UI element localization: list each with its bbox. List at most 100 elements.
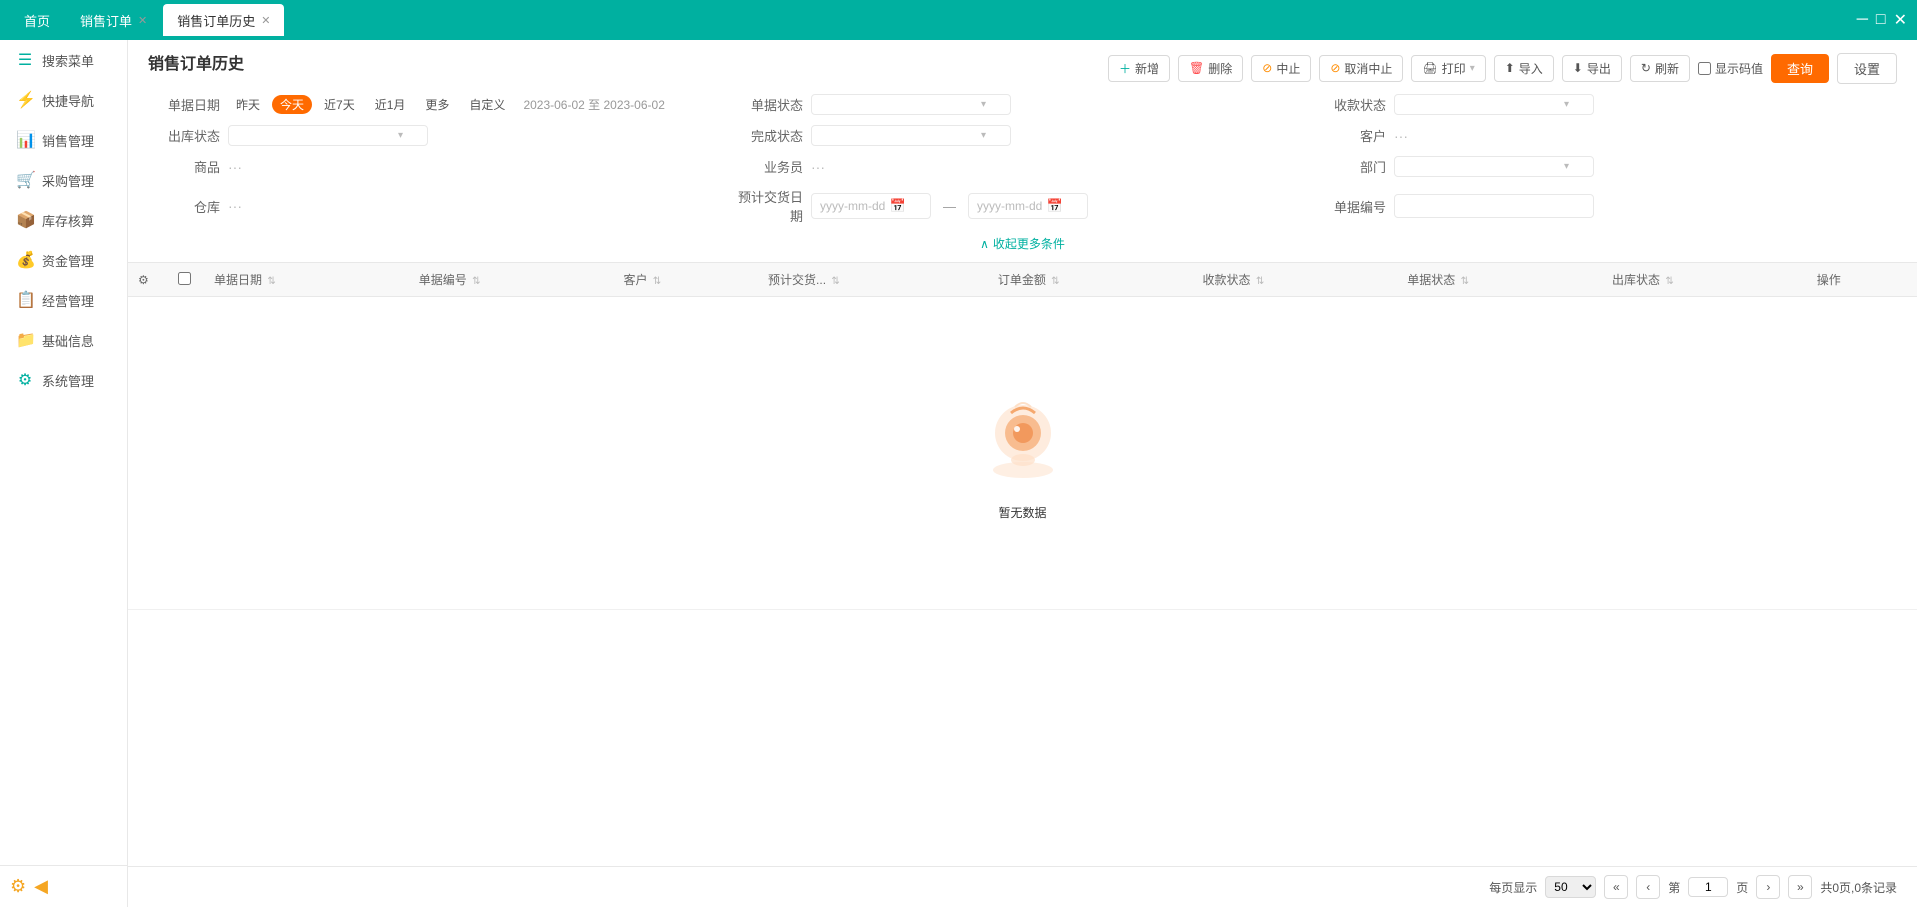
sort-expected-date-icon[interactable]: ⇅ bbox=[831, 276, 839, 287]
date-tag-yesterday[interactable]: 昨天 bbox=[228, 95, 268, 114]
prev-page-btn[interactable]: ‹ bbox=[1636, 875, 1660, 899]
sidebar-item-search-menu[interactable]: ☰ 搜索菜单 bbox=[0, 40, 127, 80]
settings-button[interactable]: 设置 bbox=[1837, 53, 1897, 84]
date-tag-more[interactable]: 更多 bbox=[417, 95, 457, 114]
sidebar-item-system-mgmt[interactable]: ⚙ 系统管理 bbox=[0, 360, 127, 400]
stop-button[interactable]: ⊘ 中止 bbox=[1251, 55, 1311, 82]
collapse-button[interactable]: ∧ 收起更多条件 bbox=[148, 235, 1897, 252]
print-label: 打印 bbox=[1442, 60, 1466, 77]
cancel-stop-button[interactable]: ⊘ 取消中止 bbox=[1319, 55, 1403, 82]
sidebar-item-inventory[interactable]: 📦 库存核算 bbox=[0, 200, 127, 240]
date-tag-1month[interactable]: 近1月 bbox=[367, 95, 414, 114]
bill-number-input[interactable] bbox=[1394, 194, 1594, 218]
bill-status-select[interactable]: ▾ bbox=[811, 94, 1011, 115]
add-icon: ＋ bbox=[1119, 60, 1131, 77]
filter-row-3: 商品 ··· 业务员 ··· 部门 ▾ bbox=[148, 156, 1897, 177]
outbound-status-select[interactable]: ▾ bbox=[228, 125, 428, 146]
date-tag-today[interactable]: 今天 bbox=[272, 95, 312, 114]
bill-status-arrow-icon: ▾ bbox=[981, 99, 986, 110]
complete-status-select[interactable]: ▾ bbox=[811, 125, 1011, 146]
import-icon: ⬆ bbox=[1505, 61, 1515, 75]
sort-outbound-status-icon[interactable]: ⇅ bbox=[1665, 276, 1673, 287]
expected-date-from[interactable]: yyyy-mm-dd 📅 bbox=[811, 193, 931, 219]
capital-mgmt-icon: 💰 bbox=[16, 250, 34, 270]
warehouse-label: 仓库 bbox=[148, 197, 228, 216]
sort-payment-status-icon[interactable]: ⇅ bbox=[1256, 276, 1264, 287]
select-all-checkbox[interactable] bbox=[178, 272, 191, 285]
close-btn[interactable]: ✕ bbox=[1894, 10, 1907, 30]
th-order-amount: 订单金额 ⇅ bbox=[988, 263, 1193, 297]
th-outbound-status: 出库状态 ⇅ bbox=[1602, 263, 1807, 297]
calendar-to-icon: 📅 bbox=[1047, 198, 1063, 214]
customer-dots[interactable]: ··· bbox=[1394, 128, 1408, 144]
page-label: 第 bbox=[1668, 879, 1680, 896]
maximize-btn[interactable]: □ bbox=[1876, 11, 1886, 29]
date-tag-7days[interactable]: 近7天 bbox=[316, 95, 363, 114]
sort-customer-icon[interactable]: ⇅ bbox=[653, 276, 661, 287]
sort-order-amount-icon[interactable]: ⇅ bbox=[1051, 276, 1059, 287]
minimize-btn[interactable]: ─ bbox=[1857, 11, 1868, 29]
department-select[interactable]: ▾ bbox=[1394, 156, 1594, 177]
export-button[interactable]: ⬇ 导出 bbox=[1562, 55, 1622, 82]
date-label: 单据日期 bbox=[148, 95, 228, 114]
sidebar-item-operations[interactable]: 📋 经营管理 bbox=[0, 280, 127, 320]
display-columns-input[interactable] bbox=[1698, 62, 1711, 75]
first-page-icon: « bbox=[1613, 880, 1620, 894]
next-page-btn[interactable]: › bbox=[1756, 875, 1780, 899]
filter-row-4: 仓库 ··· 预计交货日期 yyyy-mm-dd 📅 — yyyy-mm-dd bbox=[148, 187, 1897, 225]
tab-sales-order-history-label: 销售订单历史 bbox=[177, 11, 255, 30]
close-sales-order-tab-icon[interactable]: ✕ bbox=[138, 14, 147, 27]
sidebar-item-sales-mgmt[interactable]: 📊 销售管理 bbox=[0, 120, 127, 160]
date-tag-custom[interactable]: 自定义 bbox=[461, 95, 513, 114]
sidebar-item-quick-nav[interactable]: ⚡ 快捷导航 bbox=[0, 80, 127, 120]
add-button[interactable]: ＋ 新增 bbox=[1108, 55, 1170, 82]
close-history-tab-icon[interactable]: ✕ bbox=[261, 14, 270, 27]
first-page-btn[interactable]: « bbox=[1604, 875, 1628, 899]
sidebar-item-purchase-mgmt[interactable]: 🛒 采购管理 bbox=[0, 160, 127, 200]
sort-bill-number-icon[interactable]: ⇅ bbox=[472, 276, 480, 287]
th-expected-date: 预计交货... ⇅ bbox=[758, 263, 988, 297]
collapse-label: 收起更多条件 bbox=[993, 235, 1065, 252]
tab-sales-order[interactable]: 销售订单 ✕ bbox=[66, 4, 161, 36]
th-order-amount-label: 订单金额 bbox=[998, 273, 1046, 287]
sort-bill-status-icon[interactable]: ⇅ bbox=[1461, 276, 1469, 287]
sidebar-settings-icon[interactable]: ⚙ bbox=[10, 876, 26, 897]
purchase-mgmt-icon: 🛒 bbox=[16, 170, 34, 190]
sidebar-item-basic-info[interactable]: 📁 基础信息 bbox=[0, 320, 127, 360]
sidebar-item-sales-mgmt-label: 销售管理 bbox=[42, 131, 94, 150]
stop-label: 中止 bbox=[1276, 60, 1300, 77]
import-button[interactable]: ⬆ 导入 bbox=[1494, 55, 1554, 82]
warehouse-dots[interactable]: ··· bbox=[228, 198, 242, 214]
sidebar-item-operations-label: 经营管理 bbox=[42, 291, 94, 310]
payment-status-select[interactable]: ▾ bbox=[1394, 94, 1594, 115]
salesperson-dots[interactable]: ··· bbox=[811, 159, 825, 175]
display-columns-checkbox[interactable]: 显示码值 bbox=[1698, 60, 1763, 77]
sidebar-collapse-icon[interactable]: ◀ bbox=[34, 876, 48, 897]
last-page-btn[interactable]: » bbox=[1788, 875, 1812, 899]
sidebar-item-capital-mgmt[interactable]: 💰 资金管理 bbox=[0, 240, 127, 280]
empty-state-cell: 暂无数据 bbox=[128, 297, 1917, 610]
prev-page-icon: ‹ bbox=[1646, 880, 1650, 894]
th-operation: 操作 bbox=[1807, 263, 1917, 297]
th-expected-date-label: 预计交货... bbox=[768, 273, 826, 287]
settings-icon[interactable]: ⚙ bbox=[138, 273, 149, 287]
department-control: ▾ bbox=[1394, 156, 1897, 177]
tab-sales-order-history[interactable]: 销售订单历史 ✕ bbox=[163, 4, 284, 36]
current-page-input[interactable] bbox=[1688, 877, 1728, 897]
tab-home[interactable]: 首页 bbox=[10, 4, 64, 36]
content-area: 销售订单历史 ＋ 新增 🗑 删除 ⊘ 中止 ⊘ bbox=[128, 40, 1917, 907]
delete-button[interactable]: 🗑 删除 bbox=[1178, 55, 1243, 82]
print-button[interactable]: 🖨 打印 ▾ bbox=[1411, 55, 1485, 82]
cancel-stop-label: 取消中止 bbox=[1344, 60, 1392, 77]
delete-label: 删除 bbox=[1208, 60, 1232, 77]
total-text: 共0页,0条记录 bbox=[1820, 879, 1897, 896]
query-button[interactable]: 查询 bbox=[1771, 54, 1829, 83]
th-settings: ⚙ bbox=[128, 263, 168, 297]
refresh-button[interactable]: ↻ 刷新 bbox=[1630, 55, 1690, 82]
sidebar-item-purchase-mgmt-label: 采购管理 bbox=[42, 171, 94, 190]
per-page-select[interactable]: 50 10 20 100 bbox=[1545, 876, 1596, 898]
th-customer-label: 客户 bbox=[623, 273, 647, 287]
sort-bill-date-icon[interactable]: ⇅ bbox=[267, 276, 275, 287]
expected-date-to[interactable]: yyyy-mm-dd 📅 bbox=[968, 193, 1088, 219]
product-dots[interactable]: ··· bbox=[228, 159, 242, 175]
